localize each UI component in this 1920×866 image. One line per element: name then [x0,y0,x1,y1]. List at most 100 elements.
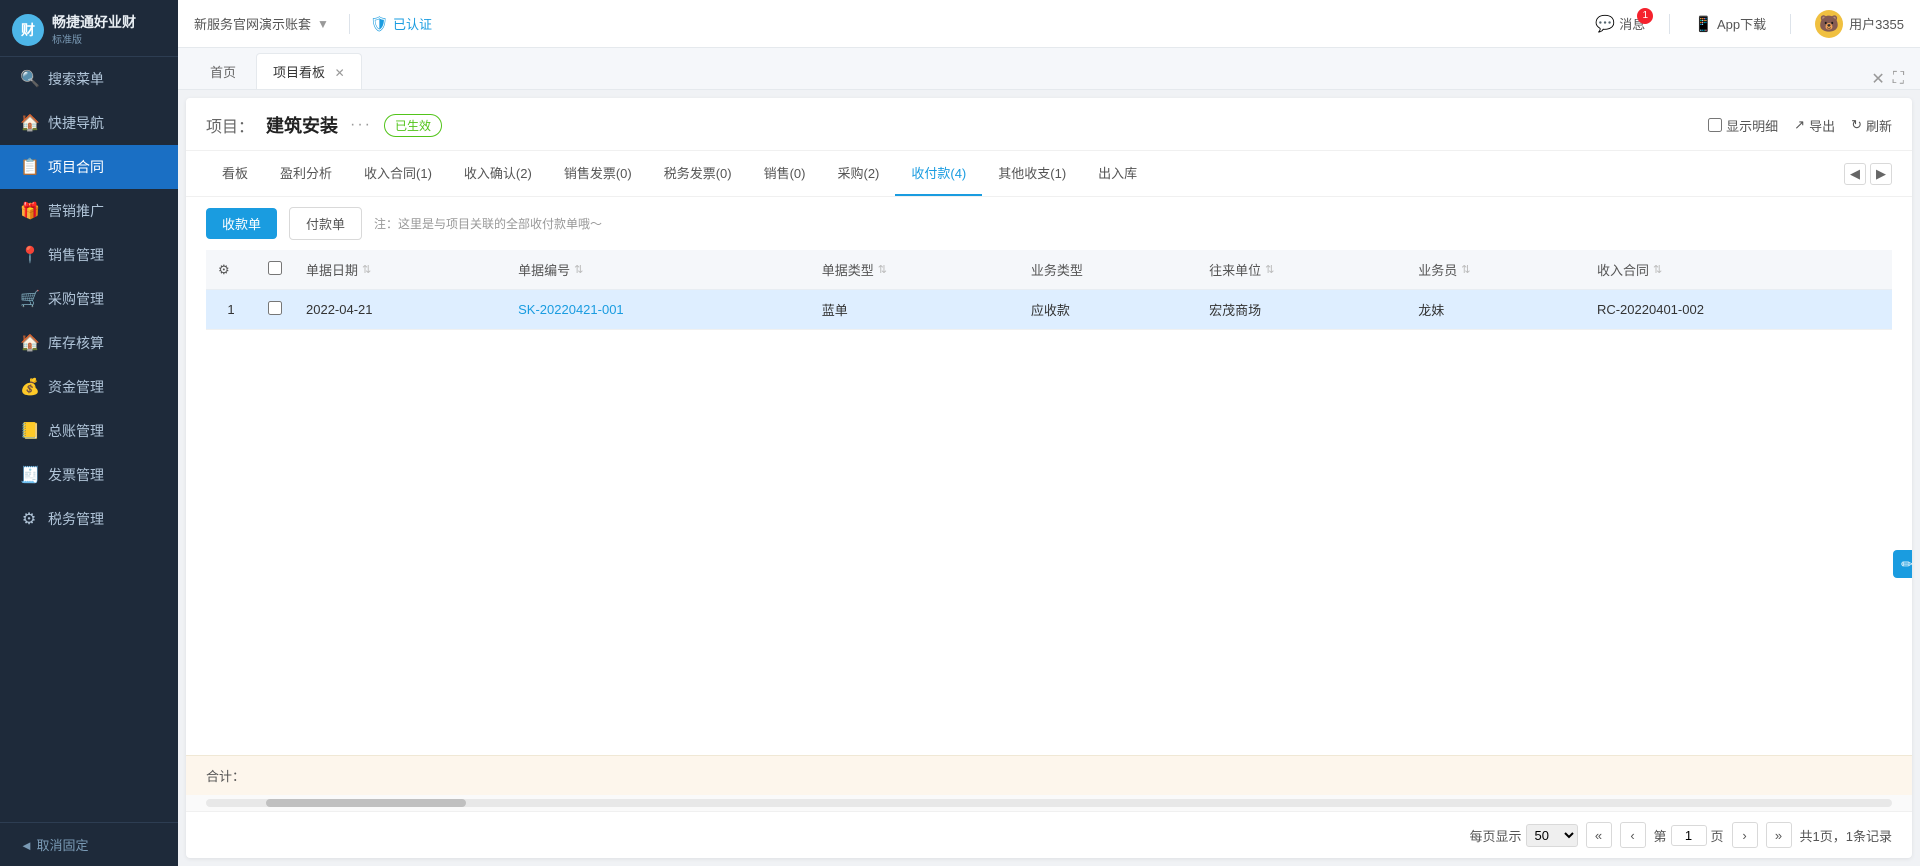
sub-tab-other-expense[interactable]: 其他收支(1) [982,151,1082,196]
show-detail-input[interactable] [1708,118,1722,132]
refresh-button[interactable]: ↻ 刷新 [1851,116,1892,135]
payment-tab-button[interactable]: 付款单 [289,207,362,240]
app-download-button[interactable]: 📱 App下载 [1694,14,1766,33]
close-window-button[interactable]: ✕ [1871,69,1884,89]
show-detail-checkbox[interactable]: 显示明细 [1708,116,1778,135]
sub-tab-profit[interactable]: 盈利分析 [264,151,348,196]
sub-tabs-next-button[interactable]: ▶ [1870,163,1892,185]
sidebar-item-label-ledger: 总账管理 [48,421,104,441]
row-code-link[interactable]: SK-20220421-001 [518,302,624,317]
project-more-button[interactable]: ··· [350,116,372,134]
sub-tab-income-contract[interactable]: 收入合同(1) [348,151,448,196]
tab-project-board[interactable]: 项目看板 ✕ [256,53,362,89]
table-header-type[interactable]: 单据类型 ⇅ [810,250,1019,290]
tab-home[interactable]: 首页 [194,54,252,89]
table-header-code[interactable]: 单据编号 ⇅ [506,250,810,290]
row-checkbox[interactable] [268,301,282,315]
sub-tab-purchase[interactable]: 采购(2) [821,151,895,196]
filter-bar: 收款单 付款单 注：这里是与项目关联的全部收付款单哦～ [186,197,1912,250]
sub-tab-sales[interactable]: 销售(0) [748,151,822,196]
page-size-dropdown[interactable]: 20 50 100 [1526,824,1578,847]
tabbar: 首页 项目看板 ✕ ✕ ⛶ [178,48,1920,90]
message-button[interactable]: 💬 消息 1 [1595,14,1645,34]
table-header-income-contract[interactable]: 收入合同 ⇅ [1585,250,1892,290]
window-controls: ✕ ⛶ [1871,69,1904,89]
row-type: 蓝单 [810,290,1019,330]
topbar-divider-2 [1669,14,1670,34]
sub-tab-receipt[interactable]: 收付款(4) [895,151,982,196]
sub-tab-in-out[interactable]: 出入库 [1082,151,1153,196]
table-header-partner[interactable]: 往来单位 ⇅ [1197,250,1406,290]
topbar: 新服务官网演示账套 ▼ 🛡 已认证 💬 消息 1 📱 App下载 🐻 用户335… [178,0,1920,48]
row-partner: 宏茂商场 [1197,290,1406,330]
sidebar-item-finance[interactable]: 💰 资金管理 [0,365,178,409]
row-check-cell [256,290,294,330]
row-salesman-value: 龙妹 [1418,303,1444,318]
unpin-label: ◄ 取消固定 [20,835,88,854]
sidebar-item-shortcut[interactable]: 🏠 快捷导航 [0,101,178,145]
account-selector[interactable]: 新服务官网演示账套 ▼ [194,14,329,33]
sub-tab-income-contract-label: 收入合同(1) [364,166,432,181]
partner-sort-icon[interactable]: ⇅ [1265,263,1274,276]
table-header-gear[interactable]: ⚙ [206,250,256,290]
sidebar-item-label-shortcut: 快捷导航 [48,113,104,133]
sub-tab-income-confirm[interactable]: 收入确认(2) [448,151,548,196]
tab-project-board-close[interactable]: ✕ [335,66,345,80]
project-label-prefix: 项目： [206,113,254,137]
table-wrap[interactable]: ⚙ 单据日期 ⇅ [186,250,1912,755]
row-income-contract-value: RC-20220401-002 [1597,302,1704,317]
table-row[interactable]: 1 2022-04-21 SK-20220421-001 [206,290,1892,330]
page-first-button[interactable]: « [1586,822,1612,848]
type-sort-icon[interactable]: ⇅ [878,263,887,276]
row-code[interactable]: SK-20220421-001 [506,290,810,330]
total-label: 共1页，1条记录 [1800,826,1892,845]
sub-tabs: 看板 盈利分析 收入合同(1) 收入确认(2) 销售发票(0) 税务发票(0) … [186,151,1912,197]
sidebar-item-label-invoice: 发票管理 [48,465,104,485]
page-number-input[interactable] [1671,825,1707,846]
page-prefix: 第 [1654,826,1667,845]
maximize-window-button[interactable]: ⛶ [1893,70,1904,88]
page-size-label: 每页显示 [1469,826,1521,845]
contract-icon: 📋 [20,157,38,177]
user-menu[interactable]: 🐻 用户3355 [1815,10,1904,38]
sidebar-item-purchase[interactable]: 🛒 采购管理 [0,277,178,321]
sub-tab-kanban[interactable]: 看板 [206,151,264,196]
sidebar-item-contract[interactable]: 📋 项目合同 [0,145,178,189]
sidebar-item-invoice[interactable]: 🧾 发票管理 [0,453,178,497]
salesman-header-label: 业务员 [1418,260,1457,279]
sidebar-item-inventory[interactable]: 🏠 库存核算 [0,321,178,365]
salesman-sort-icon[interactable]: ⇅ [1461,263,1470,276]
sidebar-unpin-button[interactable]: ◄ 取消固定 [0,822,178,866]
page-next-button[interactable]: › [1732,822,1758,848]
table-header-date[interactable]: 单据日期 ⇅ [294,250,506,290]
gear-icon[interactable]: ⚙ [218,262,230,278]
date-sort-icon[interactable]: ⇅ [362,263,371,276]
sub-tab-sales-invoice[interactable]: 销售发票(0) [548,151,648,196]
show-detail-label: 显示明细 [1726,116,1778,135]
tab-home-label: 首页 [210,65,236,80]
horizontal-scrollbar[interactable] [186,795,1912,811]
sidebar-item-marketing[interactable]: 🎁 营销推广 [0,189,178,233]
page-last-button[interactable]: » [1766,822,1792,848]
table-header-salesman[interactable]: 业务员 ⇅ [1406,250,1585,290]
income-contract-sort-icon[interactable]: ⇅ [1653,263,1662,276]
sidebar-item-ledger[interactable]: 📒 总账管理 [0,409,178,453]
pagination: 每页显示 20 50 100 « ‹ 第 页 › » 共1页，1条记录 [186,811,1912,858]
sidebar-scroll: 🔍 搜索菜单 🏠 快捷导航 📋 项目合同 🎁 营销推广 📍 销售管理 🛒 采购管… [0,57,178,822]
scrollbar-thumb[interactable] [266,799,466,807]
sidebar-item-tax[interactable]: ⚙ 税务管理 [0,497,178,541]
sub-tabs-prev-button[interactable]: ◀ [1844,163,1866,185]
right-float-action-button[interactable]: ✏ [1893,550,1912,578]
export-button[interactable]: ↗ 导出 [1794,116,1835,135]
sidebar-item-label-contract: 项目合同 [48,157,104,177]
message-icon: 💬 [1595,14,1615,34]
page-prev-button[interactable]: ‹ [1620,822,1646,848]
code-sort-icon[interactable]: ⇅ [574,263,583,276]
refresh-label: 刷新 [1866,116,1892,135]
sidebar-item-sales[interactable]: 📍 销售管理 [0,233,178,277]
select-all-checkbox[interactable] [268,261,282,275]
receipt-tab-button[interactable]: 收款单 [206,208,277,239]
sub-tab-tax-invoice[interactable]: 税务发票(0) [648,151,748,196]
table-header-biz-type: 业务类型 [1019,250,1197,290]
sidebar-item-search[interactable]: 🔍 搜索菜单 [0,57,178,101]
